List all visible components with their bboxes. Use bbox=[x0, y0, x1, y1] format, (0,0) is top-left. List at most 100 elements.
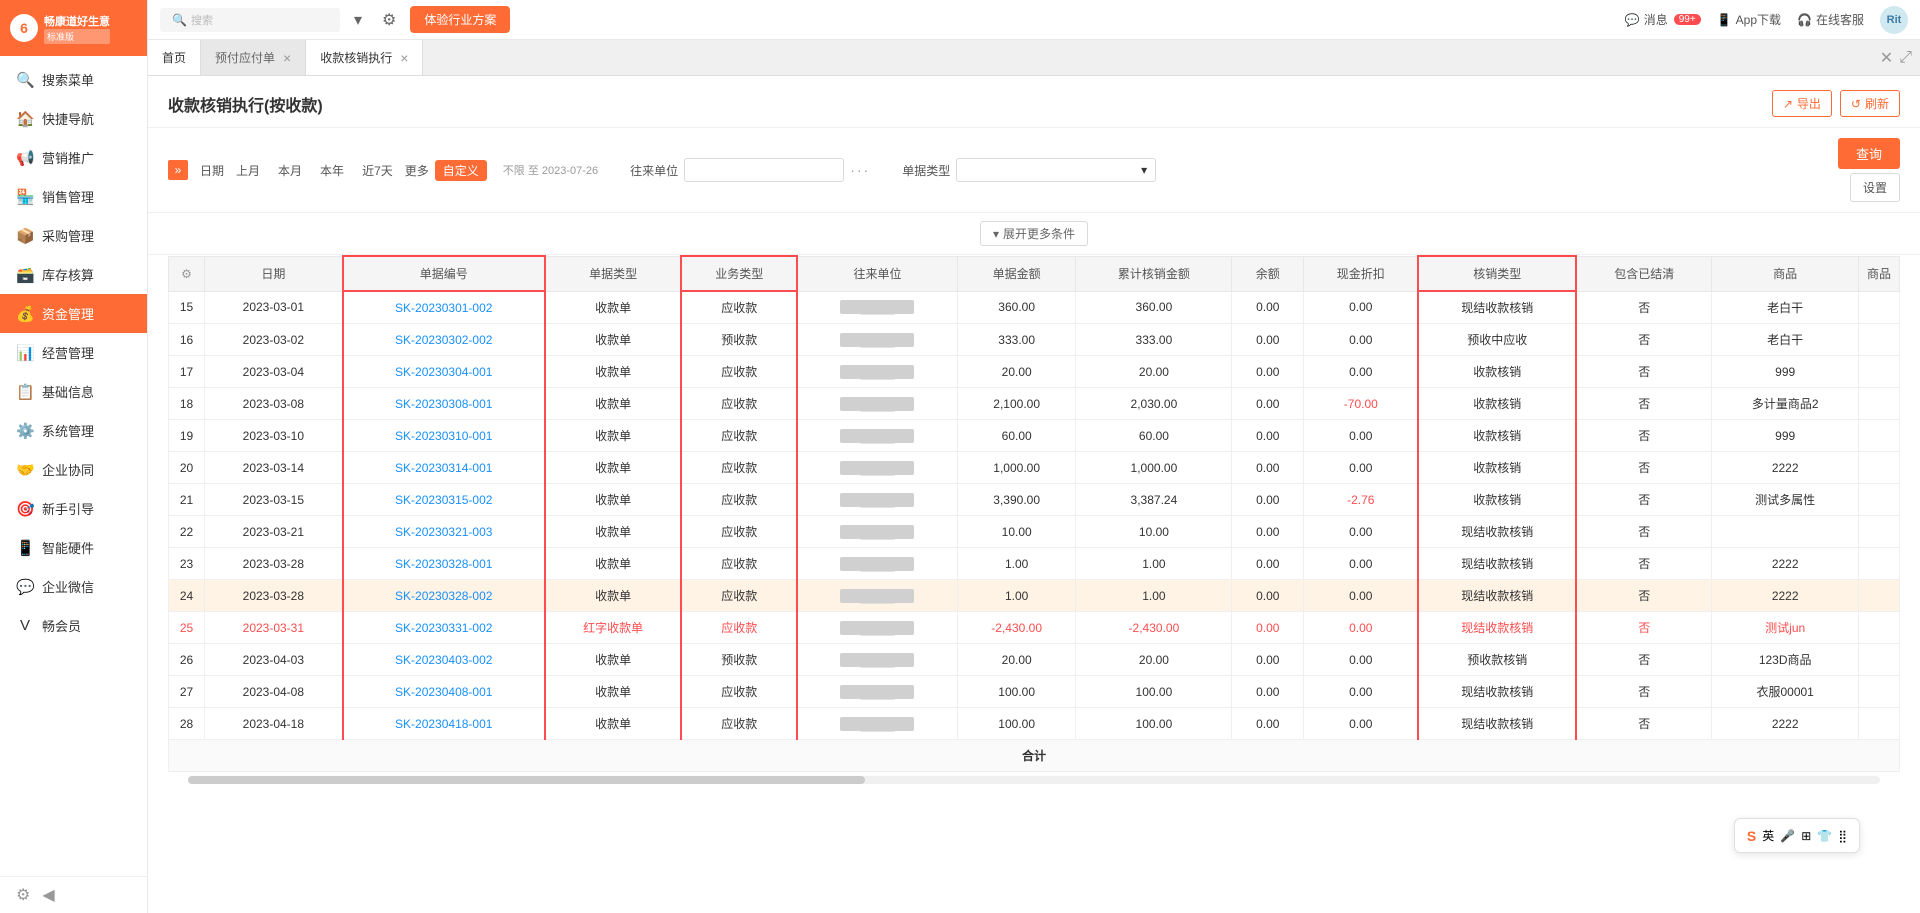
cell-goods: 多计量商品2 bbox=[1712, 388, 1859, 420]
filter-date-this-year[interactable]: 本年 bbox=[314, 160, 350, 181]
table-row[interactable]: 24 2023-03-28 SK-20230328-002 收款单 应收款 ██… bbox=[169, 580, 1900, 612]
cell-voucher-no: SK-20230302-002 bbox=[343, 324, 545, 356]
th-settings[interactable]: ⚙ bbox=[169, 256, 205, 291]
sidebar-item-wechat[interactable]: 💬企业微信 bbox=[0, 567, 147, 606]
sidebar-item-corp[interactable]: 🤝企业协同 bbox=[0, 450, 147, 489]
tab-receipt-close[interactable]: × bbox=[400, 50, 408, 66]
filter-settings-button[interactable]: 设置 bbox=[1850, 173, 1900, 202]
online-service-item[interactable]: 🎧 在线客服 bbox=[1797, 11, 1864, 28]
topbar-chevron-icon[interactable]: ▾ bbox=[348, 8, 368, 32]
cell-biz-type: 应收款 bbox=[681, 420, 797, 452]
filter-date-custom[interactable]: 自定义 bbox=[435, 160, 487, 181]
table-row[interactable]: 22 2023-03-21 SK-20230321-003 收款单 应收款 ██… bbox=[169, 516, 1900, 548]
table-row[interactable]: 15 2023-03-01 SK-20230301-002 收款单 应收款 ██… bbox=[169, 291, 1900, 324]
voucher-link[interactable]: SK-20230328-001 bbox=[395, 557, 492, 571]
tab-prepay[interactable]: 预付应付单 × bbox=[201, 40, 306, 75]
cell-include-settled: 否 bbox=[1576, 516, 1712, 548]
cell-biz-type: 应收款 bbox=[681, 676, 797, 708]
filter-date-range-block: 不限 至 2023-07-26 bbox=[499, 162, 598, 178]
voucher-link[interactable]: SK-20230331-002 bbox=[395, 621, 492, 635]
table-row[interactable]: 27 2023-04-08 SK-20230408-001 收款单 应收款 ██… bbox=[169, 676, 1900, 708]
sidebar-item-sales[interactable]: 🏪销售管理 bbox=[0, 177, 147, 216]
filter-voucher-select[interactable]: ▾ bbox=[956, 158, 1156, 182]
voucher-link[interactable]: SK-20230304-001 bbox=[395, 365, 492, 379]
collapse-icon[interactable]: ◀ bbox=[42, 885, 54, 905]
cell-biz-type: 应收款 bbox=[681, 548, 797, 580]
cell-goods2 bbox=[1858, 420, 1899, 452]
corp-icon: 🤝 bbox=[16, 461, 34, 479]
table-row[interactable]: 17 2023-03-04 SK-20230304-001 收款单 应收款 ██… bbox=[169, 356, 1900, 388]
sidebar-item-hardware[interactable]: 📱智能硬件 bbox=[0, 528, 147, 567]
voucher-link[interactable]: SK-20230308-001 bbox=[395, 397, 492, 411]
topbar-search[interactable]: 🔍 搜索 bbox=[160, 8, 340, 32]
table-row[interactable]: 23 2023-03-28 SK-20230328-001 收款单 应收款 ██… bbox=[169, 548, 1900, 580]
table-row[interactable]: 25 2023-03-31 SK-20230331-002 红字收款单 应收款 … bbox=[169, 612, 1900, 644]
tab-prepay-close[interactable]: × bbox=[283, 50, 291, 66]
voucher-link[interactable]: SK-20230321-003 bbox=[395, 525, 492, 539]
cell-goods2 bbox=[1858, 356, 1899, 388]
voucher-link[interactable]: SK-20230301-002 bbox=[395, 301, 492, 315]
sidebar-item-finance[interactable]: 💰资金管理 bbox=[0, 294, 147, 333]
th-include-settled: 包含已结清 bbox=[1576, 256, 1712, 291]
filter-date-more[interactable]: 更多 bbox=[405, 162, 429, 179]
filter-collapse-button[interactable]: » bbox=[168, 160, 188, 180]
horizontal-scrollbar[interactable] bbox=[188, 776, 1880, 784]
cell-balance: 0.00 bbox=[1232, 708, 1304, 740]
filter-partner-input[interactable] bbox=[684, 158, 844, 182]
table-row[interactable]: 26 2023-04-03 SK-20230403-002 收款单 预收款 ██… bbox=[169, 644, 1900, 676]
table-row[interactable]: 18 2023-03-08 SK-20230308-001 收款单 应收款 ██… bbox=[169, 388, 1900, 420]
voucher-link[interactable]: SK-20230310-001 bbox=[395, 429, 492, 443]
table-row[interactable]: 16 2023-03-02 SK-20230302-002 收款单 预收款 ██… bbox=[169, 324, 1900, 356]
expand-button[interactable]: ▾ 展开更多条件 bbox=[980, 221, 1088, 246]
topbar-settings-icon[interactable]: ⚙ bbox=[376, 8, 402, 32]
cell-amount: 1,000.00 bbox=[957, 452, 1076, 484]
sidebar-item-system[interactable]: ⚙️系统管理 bbox=[0, 411, 147, 450]
partner-value: ████ bbox=[840, 525, 914, 539]
filter-date-last-month[interactable]: 上月 bbox=[230, 160, 266, 181]
table-row[interactable]: 21 2023-03-15 SK-20230315-002 收款单 应收款 ██… bbox=[169, 484, 1900, 516]
app-download-item[interactable]: 📱 App下载 bbox=[1717, 11, 1781, 28]
query-button[interactable]: 查询 bbox=[1838, 138, 1900, 169]
sidebar-item-operations[interactable]: 📊经营管理 bbox=[0, 333, 147, 372]
refresh-button[interactable]: ↺ 刷新 bbox=[1840, 90, 1900, 117]
voucher-link[interactable]: SK-20230328-002 bbox=[395, 589, 492, 603]
cell-goods2 bbox=[1858, 291, 1899, 324]
sidebar-item-marketing[interactable]: 📢营销推广 bbox=[0, 138, 147, 177]
search-placeholder: 搜索 bbox=[191, 12, 213, 28]
export-button[interactable]: ↗ 导出 bbox=[1772, 90, 1832, 117]
sidebar-item-member[interactable]: V畅会员 bbox=[0, 606, 147, 645]
user-avatar[interactable]: Rit bbox=[1880, 6, 1908, 34]
voucher-link[interactable]: SK-20230408-001 bbox=[395, 685, 492, 699]
tab-home[interactable]: 首页 bbox=[148, 40, 201, 75]
system-icon: ⚙️ bbox=[16, 422, 34, 440]
table-row[interactable]: 19 2023-03-10 SK-20230310-001 收款单 应收款 ██… bbox=[169, 420, 1900, 452]
filter-date-group: 日期 上月 本月 本年 近7天 更多 自定义 bbox=[200, 160, 487, 181]
sidebar-item-quick[interactable]: 🏠快捷导航 bbox=[0, 99, 147, 138]
voucher-link[interactable]: SK-20230302-002 bbox=[395, 333, 492, 347]
solution-button[interactable]: 体验行业方案 bbox=[410, 6, 510, 33]
sidebar-item-search[interactable]: 🔍搜索菜单 bbox=[0, 60, 147, 99]
tab-close-all-icon[interactable]: ✕ bbox=[1880, 48, 1893, 68]
voucher-link[interactable]: SK-20230403-002 bbox=[395, 653, 492, 667]
cell-cancel-type: 现结收款核销 bbox=[1418, 291, 1576, 324]
notification-item[interactable]: 💬 消息 99+ bbox=[1625, 11, 1701, 28]
voucher-link[interactable]: SK-20230315-002 bbox=[395, 493, 492, 507]
partner-value: ████ bbox=[840, 685, 914, 699]
sidebar-item-guide[interactable]: 🎯新手引导 bbox=[0, 489, 147, 528]
basic-icon: 📋 bbox=[16, 383, 34, 401]
filter-voucher-label: 单据类型 bbox=[902, 162, 950, 179]
filter-date-this-month[interactable]: 本月 bbox=[272, 160, 308, 181]
voucher-link[interactable]: SK-20230314-001 bbox=[395, 461, 492, 475]
tab-home-label: 首页 bbox=[162, 49, 186, 66]
sidebar-item-inventory[interactable]: 🗃️库存核算 bbox=[0, 255, 147, 294]
table-row[interactable]: 20 2023-03-14 SK-20230314-001 收款单 应收款 ██… bbox=[169, 452, 1900, 484]
voucher-link[interactable]: SK-20230418-001 bbox=[395, 717, 492, 731]
sidebar-item-basic[interactable]: 📋基础信息 bbox=[0, 372, 147, 411]
scrollbar-track bbox=[188, 776, 865, 784]
tab-receipt[interactable]: 收款核销执行 × bbox=[306, 40, 423, 75]
filter-date-7days[interactable]: 近7天 bbox=[356, 160, 399, 181]
tab-expand-icon[interactable]: ⤢ bbox=[1899, 49, 1912, 67]
table-row[interactable]: 28 2023-04-18 SK-20230418-001 收款单 应收款 ██… bbox=[169, 708, 1900, 740]
settings-bottom-icon[interactable]: ⚙ bbox=[16, 885, 30, 905]
sidebar-item-purchase[interactable]: 📦采购管理 bbox=[0, 216, 147, 255]
